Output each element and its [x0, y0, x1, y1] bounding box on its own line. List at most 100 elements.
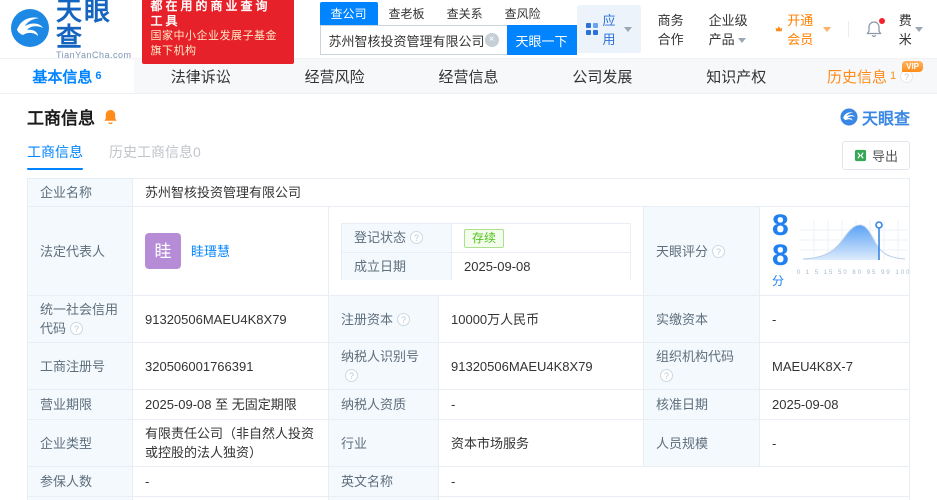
brand-slogan-badge: 都在用的商业查询工具 国家中小企业发展子基金旗下机构 — [141, 0, 294, 64]
logo-cn-text: 天眼查 — [56, 0, 113, 52]
notification-bell[interactable] — [866, 17, 885, 38]
slogan-line2: 国家中小企业发展子基金旗下机构 — [150, 30, 278, 57]
tab-count: 1 — [890, 70, 897, 82]
reg-status-label: 登记状态 — [354, 230, 407, 245]
field-label: 英文名称 — [328, 466, 439, 497]
username: 费米 — [898, 13, 912, 47]
org-code-value: MAEU4K8X-7 — [759, 342, 910, 390]
tianyan-score[interactable]: 88分 0 1 5 15 50 80 95 99 100 — [772, 211, 909, 291]
field-label: 登记机关 — [27, 496, 133, 500]
tianyancha-logo[interactable]: 天眼查 TianYanCha.com — [10, 0, 132, 60]
table-row: 企业类型 有限责任公司（非自然人投资或控股的法人独资） 行业 资本市场服务 人员… — [27, 419, 910, 467]
user-menu[interactable]: 费米 — [899, 10, 923, 48]
tab-label: 公司发展 — [572, 68, 633, 86]
help-icon[interactable] — [712, 244, 726, 258]
paid-capital-value: - — [759, 295, 910, 343]
help-icon[interactable] — [70, 322, 84, 335]
search-tab-company[interactable]: 查公司 — [319, 2, 378, 25]
reg-number-value: 320506001766391 — [132, 342, 329, 390]
tab-history[interactable]: VIP 历史信息 1 — [803, 59, 937, 93]
status-badge: 存续 — [464, 228, 505, 248]
search-button[interactable]: 天眼一下 — [506, 25, 577, 55]
search-tab-risk[interactable]: 查风险 — [494, 2, 552, 25]
tab-label: 知识产权 — [706, 68, 767, 86]
credit-code-value: 91320506MAEU4K8X79 — [132, 295, 329, 343]
tab-basic-info[interactable]: 基本信息 6 — [0, 59, 134, 93]
company-nav-tabs: 基本信息 6 法律诉讼 经营风险 经营信息 公司发展 知识产权 VIP 历史信息… — [0, 58, 937, 94]
company-type-value: 有限责任公司（非自然人投资或控股的法人独资） — [132, 419, 329, 467]
export-label: 导出 — [871, 149, 898, 164]
field-label: 人员规模 — [643, 419, 760, 467]
field-label: 注册资本 — [328, 295, 439, 343]
legal-rep-link[interactable]: 眭瑨慧 — [191, 242, 230, 261]
field-label: 登记状态 — [341, 222, 452, 253]
section-title: 工商信息 — [27, 109, 95, 128]
approval-date-value: 2025-09-08 — [759, 389, 910, 420]
table-row: 工商注册号 320506001766391 纳税人识别号 91320506MAE… — [27, 342, 910, 390]
clear-icon[interactable]: × — [484, 33, 499, 47]
english-name-value: - — [438, 466, 910, 497]
subtab-business-info[interactable]: 工商信息 — [27, 142, 83, 170]
top-header: 天眼查 TianYanCha.com 都在用的商业查询工具 国家中小企业发展子基… — [0, 0, 937, 64]
menu-open-vip[interactable]: 开通会员 — [775, 10, 832, 48]
field-label: 注册地址 — [328, 496, 439, 500]
alert-bell-icon[interactable] — [103, 109, 118, 125]
field-label: 纳税人识别号 — [328, 342, 439, 390]
export-button[interactable]: 导出 — [841, 141, 910, 170]
tab-count: 6 — [95, 70, 102, 82]
menu-enterprise-products[interactable]: 企业级产品 — [709, 10, 759, 48]
help-icon[interactable] — [397, 312, 411, 326]
field-label: 参保人数 — [27, 466, 133, 497]
logo-swirl-icon — [10, 8, 50, 51]
help-icon[interactable] — [410, 231, 424, 244]
avatar[interactable]: 眭 — [145, 233, 181, 269]
slogan-line1: 都在用的商业查询工具 — [150, 0, 271, 28]
tab-ip[interactable]: 知识产权 — [669, 59, 803, 93]
chevron-down-icon — [823, 26, 832, 32]
field-label: 行业 — [328, 419, 439, 467]
tab-operation[interactable]: 经营信息 — [402, 59, 536, 93]
score-axis-labels: 0 1 5 15 50 80 95 99 100 — [796, 269, 912, 276]
menu-business-coop[interactable]: 商务合作 — [658, 10, 692, 48]
reg-authority-value: 苏州市吴中区数据局 — [132, 496, 329, 500]
company-name-value: 苏州智核投资管理有限公司 — [132, 178, 910, 207]
table-row: 登记机关 苏州市吴中区数据局 注册地址 苏州市吴中区太湖街道前珠路7号A座3层 … — [27, 496, 910, 500]
taxpayer-id-label: 纳税人识别号 — [341, 349, 420, 364]
watermark-logo: 天眼查 — [840, 105, 910, 129]
vip-badge: VIP — [902, 61, 924, 72]
tab-risk[interactable]: 经营风险 — [268, 59, 402, 93]
table-row: 企业名称 苏州智核投资管理有限公司 — [27, 178, 910, 207]
search-input[interactable]: 苏州智核投资管理有限公司 × — [319, 25, 507, 55]
help-icon[interactable] — [660, 369, 673, 382]
menu-divider — [848, 21, 849, 37]
tab-development[interactable]: 公司发展 — [535, 59, 669, 93]
notification-dot — [878, 17, 885, 24]
excel-icon — [854, 149, 867, 162]
field-label: 营业期限 — [27, 389, 133, 420]
field-label: 天眼评分 — [643, 206, 760, 296]
search-input-value: 苏州智核投资管理有限公司 — [328, 33, 485, 49]
chevron-down-icon — [623, 26, 632, 32]
apps-menu[interactable]: 应用 — [576, 5, 641, 53]
table-row: 营业期限 2025-09-08 至 无固定期限 纳税人资质 - 核准日期 202… — [27, 389, 910, 420]
watermark-swirl-icon — [840, 107, 858, 126]
field-label: 统一社会信用代码 — [27, 295, 133, 343]
field-label: 组织机构代码 — [643, 342, 760, 390]
field-label: 实缴资本 — [643, 295, 760, 343]
search-block: 查公司 查老板 查关系 查风险 苏州智核投资管理有限公司 × 天眼一下 — [319, 2, 577, 55]
score-distribution-chart: 0 1 5 15 50 80 95 99 100 — [796, 219, 912, 283]
help-icon[interactable] — [345, 369, 358, 382]
taxpayer-id-value: 91320506MAEU4K8X79 — [438, 342, 644, 390]
tab-label: 历史信息 — [827, 68, 888, 86]
subtab-history-info[interactable]: 历史工商信息0 — [109, 142, 201, 170]
search-tab-boss[interactable]: 查老板 — [378, 2, 436, 25]
chevron-down-icon — [915, 26, 923, 32]
search-tab-relation[interactable]: 查关系 — [436, 2, 494, 25]
watermark-text: 天眼查 — [861, 110, 910, 128]
field-label: 企业名称 — [27, 178, 133, 207]
taxpayer-quality-value: - — [438, 389, 644, 420]
tab-label: 基本信息 — [32, 68, 93, 86]
tab-label: 经营风险 — [304, 68, 365, 86]
search-tabs: 查公司 查老板 查关系 查风险 — [319, 2, 577, 25]
tab-legal[interactable]: 法律诉讼 — [134, 59, 268, 93]
